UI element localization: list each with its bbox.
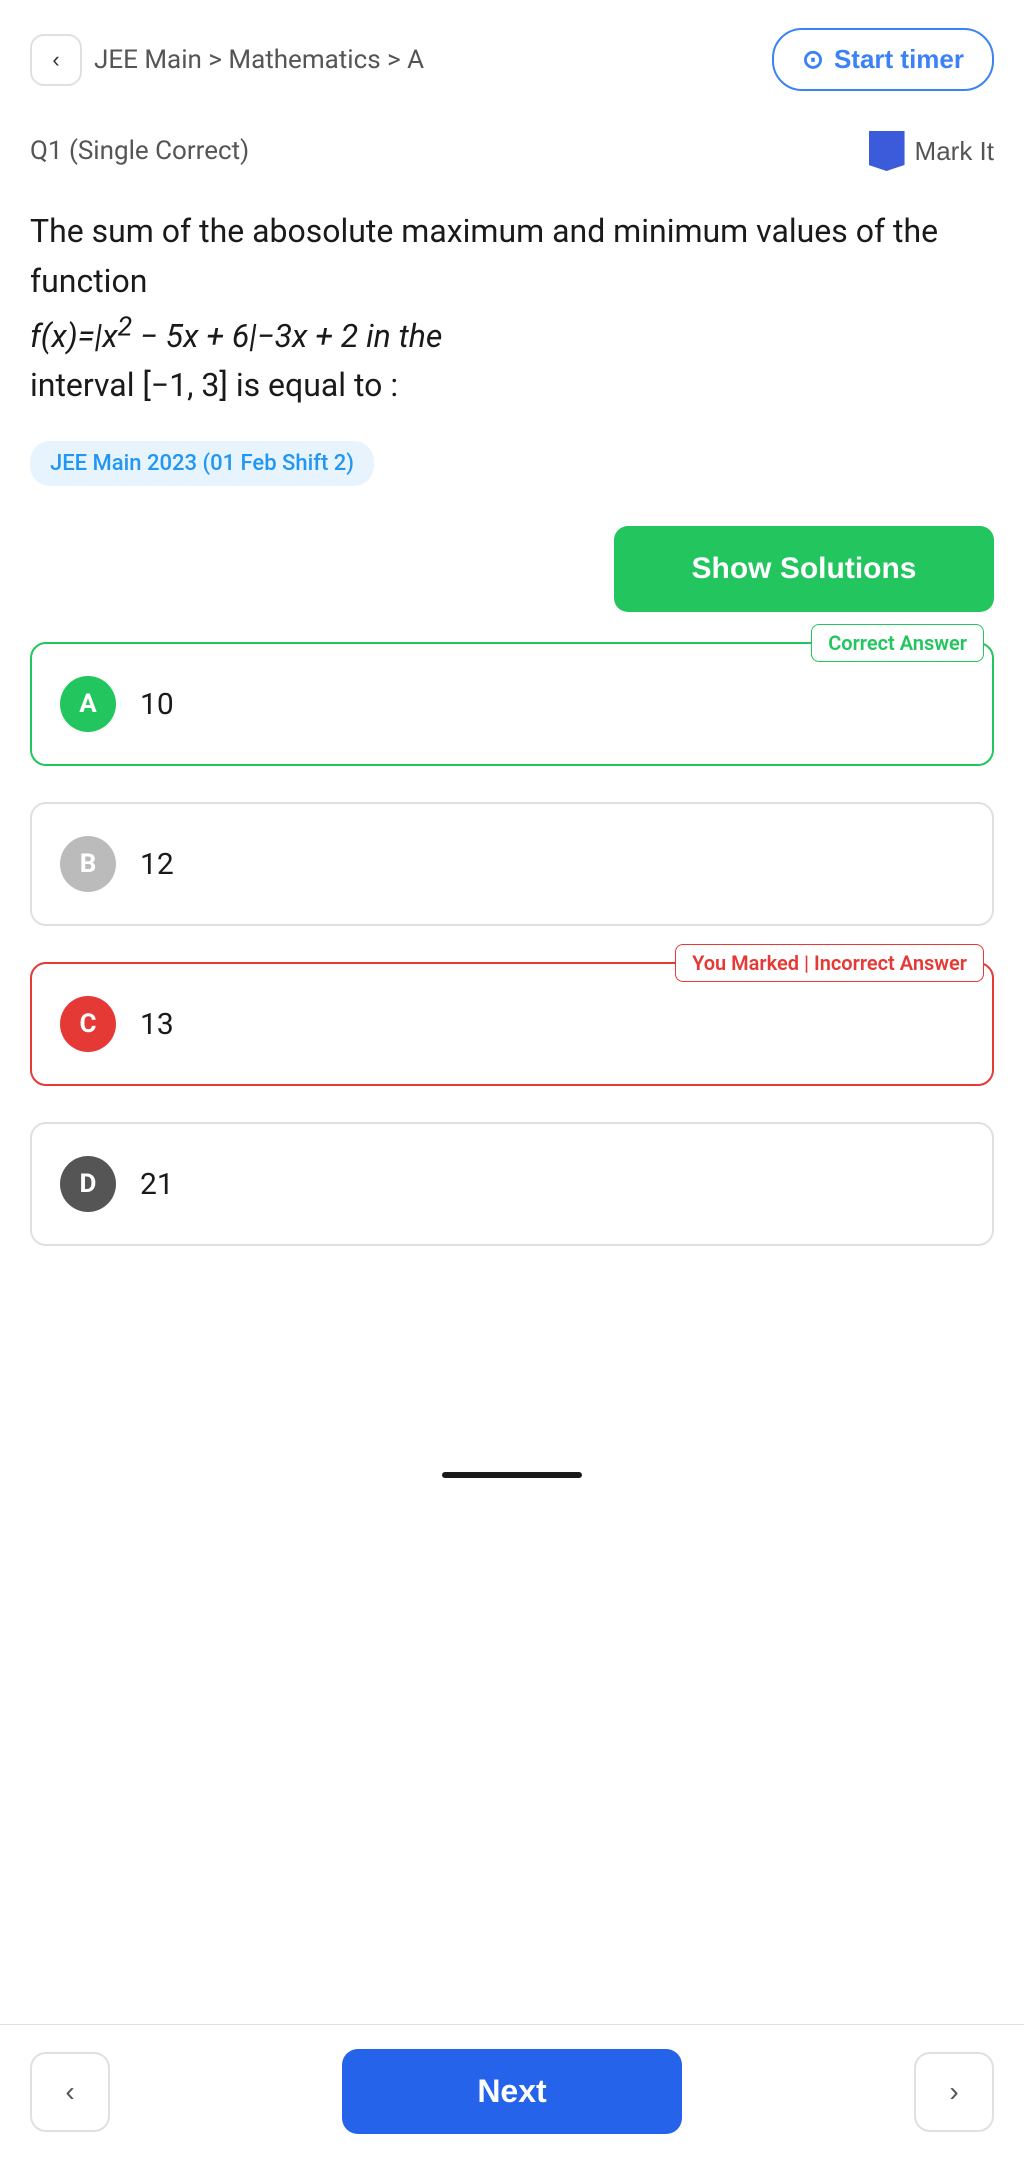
option-circle-c: C: [60, 996, 116, 1052]
option-circle-b: B: [60, 836, 116, 892]
option-circle-a: A: [60, 676, 116, 732]
show-solutions-button[interactable]: Show Solutions: [614, 526, 994, 612]
start-timer-button[interactable]: ⊙ Start timer: [772, 28, 994, 91]
next-arrow-icon: ›: [949, 2076, 958, 2108]
option-id-c: C: [79, 1009, 96, 1039]
option-text-a: 10: [140, 687, 174, 722]
bookmark-icon: [869, 131, 905, 171]
option-text-b: 12: [140, 847, 174, 882]
mark-it-label: Mark It: [915, 136, 994, 167]
start-timer-label: Start timer: [834, 44, 964, 75]
header-left: ‹ JEE Main > Mathematics > A: [30, 34, 424, 86]
bottom-indicator: [442, 1472, 582, 1478]
option-text-d: 21: [140, 1167, 174, 1202]
back-button[interactable]: ‹: [30, 34, 82, 86]
option-card-b[interactable]: B 12: [30, 802, 994, 926]
correct-answer-badge: Correct Answer: [811, 624, 984, 662]
next-arrow-button[interactable]: ›: [914, 2052, 994, 2132]
question-label: Q1 (Single Correct): [30, 136, 249, 166]
question-info-bar: Q1 (Single Correct) Mark It: [0, 111, 1024, 191]
prev-button[interactable]: ‹: [30, 2052, 110, 2132]
question-text-part1: The sum of the abosolute maximum and min…: [30, 212, 938, 300]
next-button[interactable]: Next: [342, 2049, 682, 2134]
option-text-c: 13: [140, 1007, 174, 1042]
tag-container: JEE Main 2023 (01 Feb Shift 2): [0, 431, 1024, 516]
bottom-navigation: ‹ Next ›: [0, 2024, 1024, 2170]
back-icon: ‹: [52, 47, 59, 73]
option-wrapper-a: Correct Answer A 10: [30, 642, 994, 766]
mark-it-button[interactable]: Mark It: [869, 131, 994, 171]
timer-icon: ⊙: [802, 44, 824, 75]
option-id-a: A: [79, 689, 96, 719]
question-text: The sum of the abosolute maximum and min…: [0, 191, 1024, 431]
prev-icon: ‹: [65, 2076, 74, 2108]
option-id-b: B: [80, 849, 97, 879]
header: ‹ JEE Main > Mathematics > A ⊙ Start tim…: [0, 0, 1024, 111]
options-container: Correct Answer A 10 B 12: [0, 642, 1024, 1282]
breadcrumb: JEE Main > Mathematics > A: [94, 45, 424, 75]
option-circle-d: D: [60, 1156, 116, 1212]
incorrect-answer-badge: You Marked | Incorrect Answer: [675, 944, 984, 982]
question-text-part2: interval [−1, 3] is equal to :: [30, 366, 398, 404]
option-card-d[interactable]: D 21: [30, 1122, 994, 1246]
option-wrapper-c: You Marked | Incorrect Answer C 13: [30, 962, 994, 1086]
jee-tag: JEE Main 2023 (01 Feb Shift 2): [30, 441, 374, 486]
option-wrapper-b: B 12: [30, 802, 994, 926]
question-formula: f(x)=|x2 − 5x + 6|−3x + 2 in the: [30, 317, 442, 355]
option-wrapper-d: D 21: [30, 1122, 994, 1246]
option-id-d: D: [80, 1169, 97, 1199]
